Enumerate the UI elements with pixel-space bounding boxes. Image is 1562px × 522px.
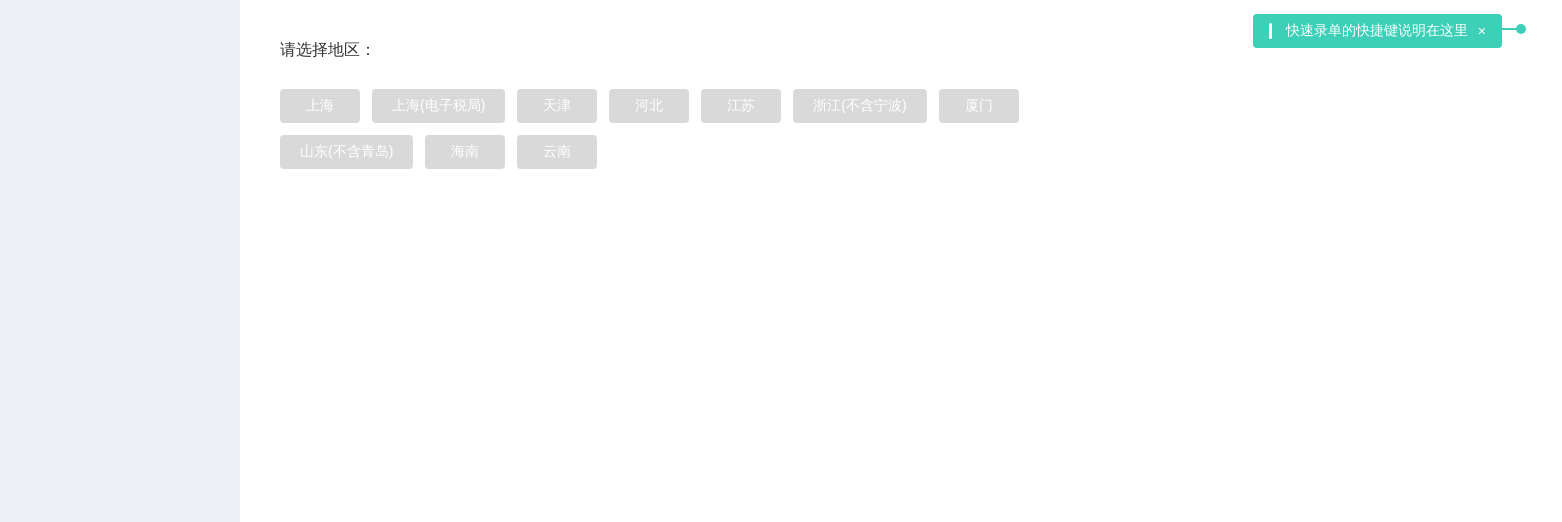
region-btn-xiamen[interactable]: 厦门 [939, 89, 1019, 123]
region-btn-shanghai-etax[interactable]: 上海(电子税局) [372, 89, 505, 123]
region-row-2: 山东(不含青岛) 海南云南 [280, 135, 1522, 169]
dot-connector [1516, 24, 1526, 34]
tooltip-bar [1269, 23, 1272, 39]
tooltip-close-button[interactable]: × [1478, 23, 1486, 39]
tooltip-banner: 快速录单的快捷键说明在这里 × [1253, 14, 1502, 48]
main-content: 请选择地区： 上海上海(电子税局)天津河北江苏浙江(不含宁波)厦门 山东(不含青… [240, 0, 1562, 522]
region-btn-yunnan[interactable]: 云南 [517, 135, 597, 169]
region-btn-zhejiang[interactable]: 浙江(不含宁波) [793, 89, 926, 123]
sidebar [0, 0, 240, 522]
region-btn-hebei[interactable]: 河北 [609, 89, 689, 123]
region-btn-jiangsu[interactable]: 江苏 [701, 89, 781, 123]
region-btn-shanghai[interactable]: 上海 [280, 89, 360, 123]
region-btn-tianjin[interactable]: 天津 [517, 89, 597, 123]
region-row-1: 上海上海(电子税局) 天津河北江苏浙江(不含宁波) 厦门 [280, 89, 1522, 123]
tooltip-text: 快速录单的快捷键说明在这里 [1286, 22, 1468, 40]
region-btn-shandong[interactable]: 山东(不含青岛) [280, 135, 413, 169]
region-btn-hainan[interactable]: 海南 [425, 135, 505, 169]
